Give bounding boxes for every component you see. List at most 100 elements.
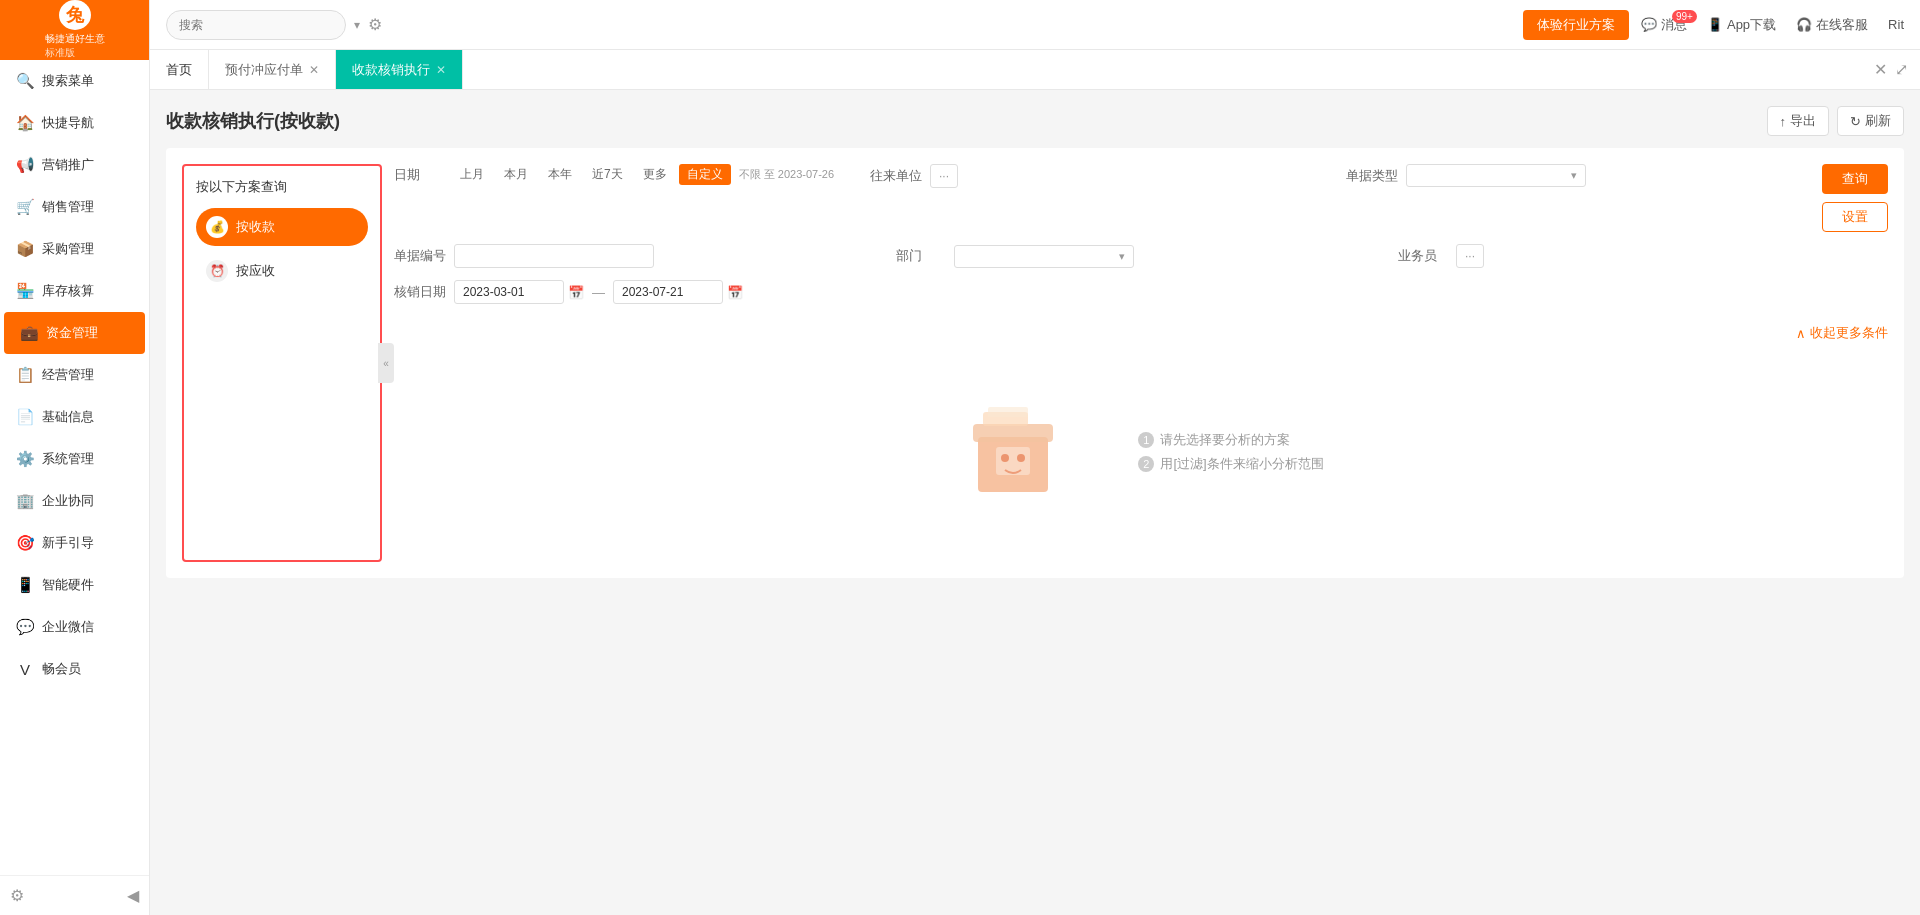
no-data-illustration (958, 402, 1078, 502)
hint-num-2: 2 (1138, 456, 1154, 472)
no-data-content: 1 请先选择要分析的方案 2 用[过滤]条件来缩小分析范围 (958, 402, 1323, 502)
sidebar-item-hardware[interactable]: 📱 智能硬件 (0, 564, 149, 606)
tab-receive[interactable]: 收款核销执行 ✕ (336, 50, 463, 89)
topbar-right: 💬 消息 99+ 📱 App下载 🎧 在线客服 Rit (1641, 16, 1904, 34)
dept-label: 部门 (896, 247, 946, 265)
date-btn-last-month[interactable]: 上月 (452, 164, 492, 185)
setting-button[interactable]: 设置 (1822, 202, 1888, 232)
export-button[interactable]: ↑ 导出 (1767, 106, 1830, 136)
search-menu-icon: 🔍 (16, 72, 34, 90)
page-header: 收款核销执行(按收款) ↑ 导出 ↻ 刷新 (166, 106, 1904, 136)
expand-icon[interactable]: ⤢ (1895, 60, 1908, 79)
hint-num-1: 1 (1138, 432, 1154, 448)
sidebar-item-fund[interactable]: 💼 资金管理 (4, 312, 145, 354)
chevron-down-icon: ▾ (1571, 169, 1577, 182)
order-type-filter-group: 单据类型 ▾ (1346, 164, 1810, 187)
sidebar-item-guide[interactable]: 🎯 新手引导 (0, 522, 149, 564)
fund-icon: 💼 (20, 324, 38, 342)
sidebar-item-sales[interactable]: 🛒 销售管理 (0, 186, 149, 228)
verify-date-start-wrap: 📅 (454, 280, 584, 304)
tab-receive-close-icon[interactable]: ✕ (436, 63, 446, 77)
verify-date-filter-group: 核销日期 📅 — 📅 (394, 280, 1888, 304)
app-download-button[interactable]: 📱 App下载 (1707, 16, 1776, 34)
sidebar-item-wechat[interactable]: 💬 企业微信 (0, 606, 149, 648)
chevron-up-icon: ∧ (1796, 326, 1806, 341)
svg-point-3 (1001, 454, 1009, 462)
calendar-end-icon[interactable]: 📅 (727, 285, 743, 300)
sidebar: 兔 畅捷通好生意 标准版 🔍 搜索菜单 🏠 快捷导航 📢 营销推广 🛒 销售管理… (0, 0, 150, 915)
counterparty-label: 往来单位 (870, 167, 922, 185)
filter-by-receivable[interactable]: ⏰ 按应收 (196, 252, 368, 290)
close-tab-icon[interactable]: ✕ (1874, 60, 1887, 79)
dept-select[interactable]: ▾ (954, 245, 1134, 268)
sidebar-item-marketing[interactable]: 📢 营销推广 (0, 144, 149, 186)
sidebar-nav: 🔍 搜索菜单 🏠 快捷导航 📢 营销推广 🛒 销售管理 📦 采购管理 🏪 库存核… (0, 60, 149, 875)
hardware-icon: 📱 (16, 576, 34, 594)
svg-rect-2 (996, 447, 1030, 475)
wechat-icon: 💬 (16, 618, 34, 636)
settings-bottom-icon[interactable]: ⚙ (10, 886, 24, 905)
search-input[interactable] (166, 10, 346, 40)
online-service-button[interactable]: 🎧 在线客服 (1796, 16, 1868, 34)
chevron-down-dept-icon: ▾ (1119, 250, 1125, 263)
sidebar-item-search[interactable]: 🔍 搜索菜单 (0, 60, 149, 102)
enterprise-icon: 🏢 (16, 492, 34, 510)
collapse-sidebar-icon[interactable]: ◀ (127, 886, 139, 905)
sidebar-item-system[interactable]: ⚙️ 系统管理 (0, 438, 149, 480)
member-icon: V (16, 661, 34, 678)
verify-date-end-input[interactable] (613, 280, 723, 304)
order-no-input[interactable] (454, 244, 654, 268)
inventory-icon: 🏪 (16, 282, 34, 300)
tab-home[interactable]: 首页 (150, 50, 209, 89)
user-info[interactable]: Rit (1888, 17, 1904, 32)
page-title: 收款核销执行(按收款) (166, 109, 340, 133)
order-type-select[interactable]: ▾ (1406, 164, 1586, 187)
tab-prepay-close-icon[interactable]: ✕ (309, 63, 319, 77)
refresh-button[interactable]: ↻ 刷新 (1837, 106, 1904, 136)
chevron-down-icon[interactable]: ▾ (354, 18, 360, 32)
filter-by-receipt[interactable]: 💰 按收款 (196, 208, 368, 246)
solution-button[interactable]: 体验行业方案 (1523, 10, 1629, 40)
no-data-hint-1: 1 请先选择要分析的方案 (1138, 431, 1323, 449)
sales-icon: 🛒 (16, 198, 34, 216)
guide-icon: 🎯 (16, 534, 34, 552)
collapse-filter-icon[interactable]: « (378, 343, 394, 383)
date-btn-this-year[interactable]: 本年 (540, 164, 580, 185)
sidebar-item-shortcut[interactable]: 🏠 快捷导航 (0, 102, 149, 144)
date-btn-custom[interactable]: 自定义 (679, 164, 731, 185)
receivable-icon: ⏰ (206, 260, 228, 282)
tabbar: 首页 预付冲应付单 ✕ 收款核销执行 ✕ ✕ ⤢ (150, 50, 1920, 90)
order-no-filter-group: 单据编号 (394, 244, 884, 268)
dept-filter-group: 部门 ▾ (896, 245, 1386, 268)
message-button[interactable]: 💬 消息 99+ (1641, 16, 1687, 34)
filter-scheme-title: 按以下方案查询 (196, 178, 368, 196)
query-button[interactable]: 查询 (1822, 164, 1888, 194)
sidebar-item-enterprise[interactable]: 🏢 企业协同 (0, 480, 149, 522)
sidebar-item-operation[interactable]: 📋 经营管理 (0, 354, 149, 396)
system-icon: ⚙️ (16, 450, 34, 468)
staff-filter-group: 业务员 ··· (1398, 244, 1888, 268)
collapse-more-btn[interactable]: ∧ 收起更多条件 (394, 324, 1888, 342)
verify-date-start-input[interactable] (454, 280, 564, 304)
counterparty-select-btn[interactable]: ··· (930, 164, 958, 188)
sidebar-item-purchase[interactable]: 📦 采购管理 (0, 228, 149, 270)
date-btn-more[interactable]: 更多 (635, 164, 675, 185)
basic-icon: 📄 (16, 408, 34, 426)
topbar-gear-icon[interactable]: ⚙ (368, 15, 382, 34)
tab-prepay[interactable]: 预付冲应付单 ✕ (209, 50, 336, 89)
staff-select-btn[interactable]: ··· (1456, 244, 1484, 268)
verify-date-end-wrap: 📅 (613, 280, 743, 304)
date-btn-this-month[interactable]: 本月 (496, 164, 536, 185)
svg-rect-6 (988, 407, 1028, 417)
message-icon: 💬 (1641, 17, 1657, 32)
message-badge: 99+ (1672, 10, 1697, 23)
receipt-icon: 💰 (206, 216, 228, 238)
date-btn-7days[interactable]: 近7天 (584, 164, 631, 185)
sidebar-item-member[interactable]: V 畅会员 (0, 648, 149, 690)
sidebar-item-basic[interactable]: 📄 基础信息 (0, 396, 149, 438)
no-data-hint-2: 2 用[过滤]条件来缩小分析范围 (1138, 455, 1323, 473)
date-label: 日期 (394, 166, 444, 184)
sidebar-item-inventory[interactable]: 🏪 库存核算 (0, 270, 149, 312)
date-range-separator: — (592, 285, 605, 300)
calendar-start-icon[interactable]: 📅 (568, 285, 584, 300)
